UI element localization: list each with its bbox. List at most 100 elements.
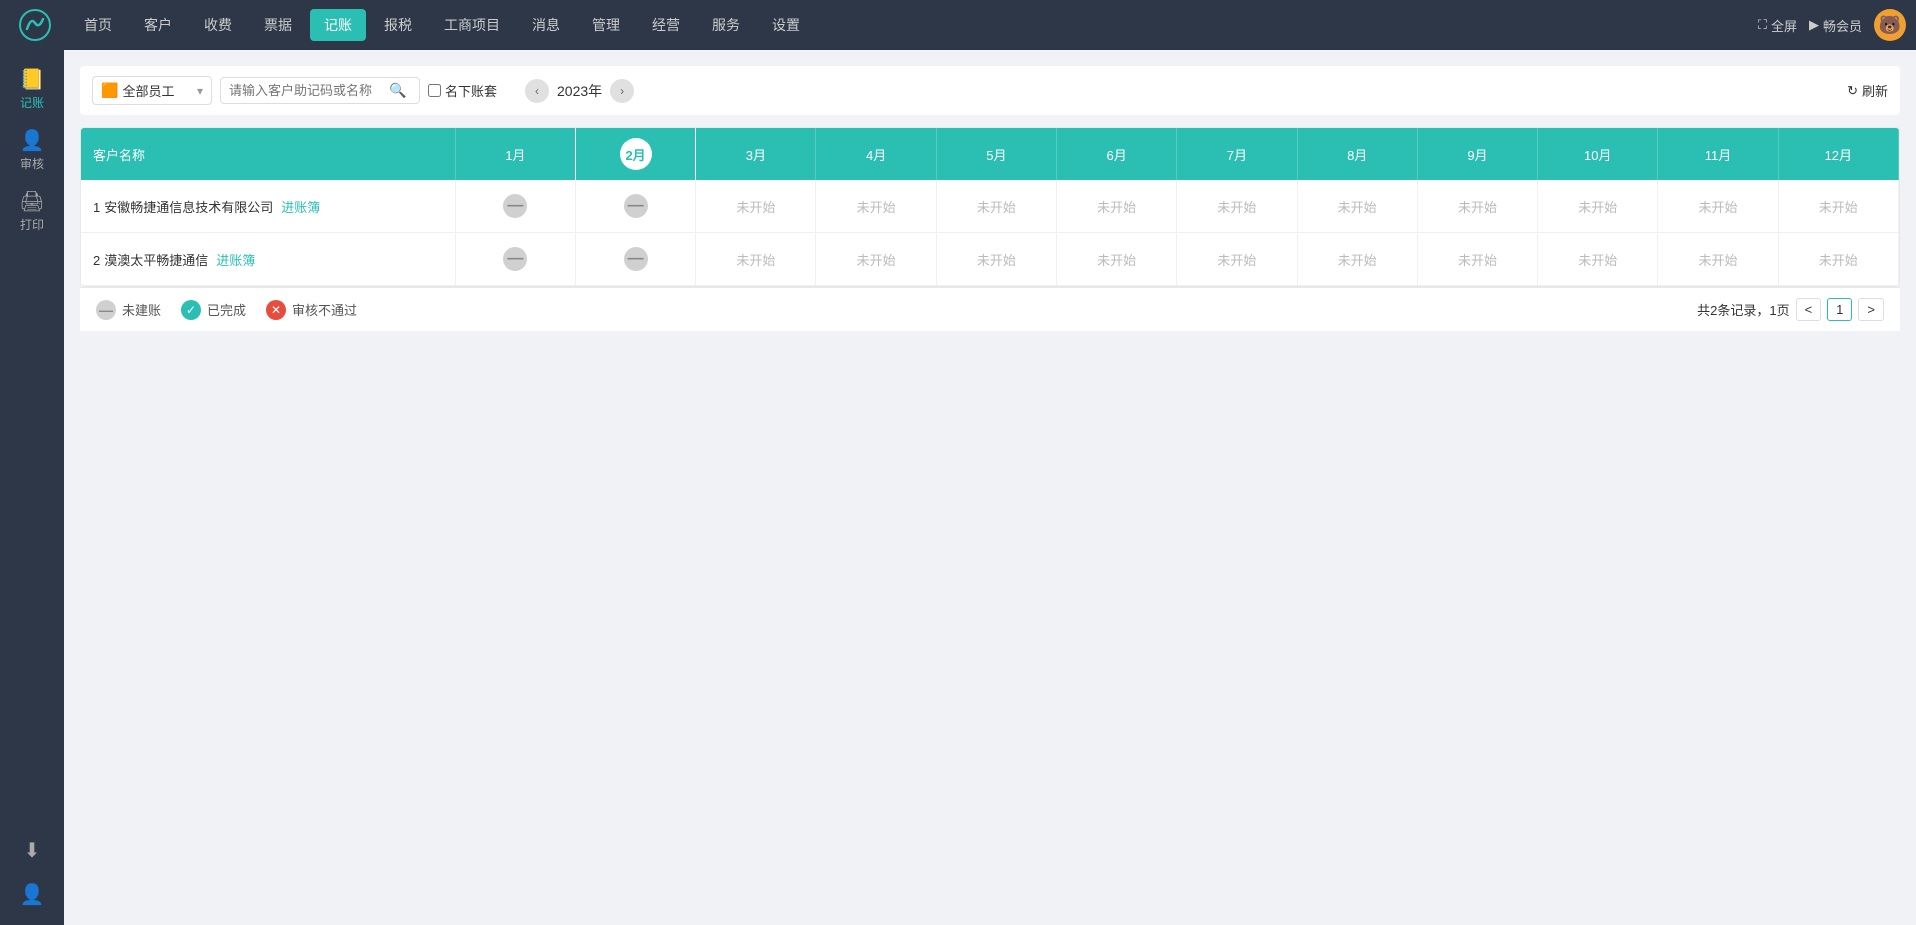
customer-name: 安徽畅捷通信息技术有限公司 [104, 200, 273, 215]
legend-completed: ✓ 已完成 [181, 300, 246, 320]
next-page-button[interactable]: > [1858, 298, 1884, 321]
month-cell-r1-m9[interactable]: 未开始 [1538, 233, 1658, 286]
month-cell-r1-m3[interactable]: 未开始 [816, 233, 936, 286]
sidebar: 📒 记账 👤 审核 🖨 打印 ⬇ 👤 [0, 50, 64, 925]
month-cell-r1-m0[interactable]: — [455, 233, 575, 286]
enter-ledger-link[interactable]: 进账簿 [216, 253, 255, 268]
fullscreen-button[interactable]: ⛶ 全屏 [1758, 16, 1797, 35]
status-dash-icon: — [503, 194, 527, 218]
status-not-started: 未开始 [736, 200, 775, 215]
nav-tax[interactable]: 报税 [370, 9, 426, 41]
month-cell-r0-m2[interactable]: 未开始 [696, 180, 816, 233]
prev-page-button[interactable]: < [1796, 298, 1822, 321]
search-input[interactable] [229, 83, 389, 98]
status-not-started: 未开始 [1217, 253, 1256, 268]
status-not-started: 未开始 [1578, 200, 1617, 215]
customer-cell-0: 1 安徽畅捷通信息技术有限公司进账簿 [81, 180, 455, 233]
month-cell-r1-m4[interactable]: 未开始 [936, 233, 1056, 286]
month-cell-r0-m5[interactable]: 未开始 [1057, 180, 1177, 233]
employee-select[interactable]: 🟧 全部员工 ▾ [92, 76, 212, 105]
th-month-8: 8月 [1297, 128, 1417, 180]
nav-bookkeeping[interactable]: 记账 [310, 9, 366, 41]
th-month-10: 10月 [1538, 128, 1658, 180]
table-header-row: 客户名称 1月 2月 3月 4月 5月 6月 7月 8月 9月 10月 11月 [81, 128, 1899, 180]
sidebar-print-label: 打印 [20, 216, 44, 233]
row-num: 1 [93, 200, 100, 215]
search-icon[interactable]: 🔍 [389, 82, 406, 99]
th-month-6: 6月 [1057, 128, 1177, 180]
accountset-checkbox[interactable] [428, 84, 441, 97]
status-not-started: 未开始 [857, 253, 896, 268]
nav-invoices[interactable]: 票据 [250, 9, 306, 41]
month-cell-r0-m0[interactable]: — [455, 180, 575, 233]
year-navigation: ‹ 2023年 › [525, 79, 634, 103]
month-cell-r1-m5[interactable]: 未开始 [1057, 233, 1177, 286]
status-not-started: 未开始 [1819, 200, 1858, 215]
th-month-7: 7月 [1177, 128, 1297, 180]
user-icon: 👤 [20, 885, 45, 905]
month-cell-r0-m11[interactable]: 未开始 [1778, 180, 1898, 233]
month-cell-r0-m9[interactable]: 未开始 [1538, 180, 1658, 233]
month-cell-r0-m8[interactable]: 未开始 [1417, 180, 1537, 233]
nav-messages[interactable]: 消息 [518, 9, 574, 41]
sidebar-review-label: 审核 [20, 155, 44, 172]
month-cell-r0-m4[interactable]: 未开始 [936, 180, 1056, 233]
month-cell-r1-m6[interactable]: 未开始 [1177, 233, 1297, 286]
nav-billing[interactable]: 收费 [190, 9, 246, 41]
th-month-1: 1月 [455, 128, 575, 180]
status-not-started: 未开始 [1698, 253, 1737, 268]
nav-customers[interactable]: 客户 [130, 9, 186, 41]
dropdown-arrow-icon: ▾ [197, 84, 203, 98]
nav-service[interactable]: 服务 [698, 9, 754, 41]
nav-settings[interactable]: 设置 [758, 9, 814, 41]
vip-button[interactable]: ▶ 畅会员 [1809, 16, 1862, 35]
month-cell-r1-m10[interactable]: 未开始 [1658, 233, 1778, 286]
main-content: 🟧 全部员工 ▾ 🔍 名下账套 ‹ 2023年 › ↻ 刷新 [64, 50, 1916, 925]
enter-ledger-link[interactable]: 进账簿 [281, 200, 320, 215]
sidebar-item-bookkeeping[interactable]: 📒 记账 [0, 60, 64, 121]
footer: — 未建账 ✓ 已完成 ✕ 审核不通过 共2条记录，1页 < 1 > [80, 287, 1900, 331]
month-cell-r0-m1[interactable]: — [575, 180, 695, 233]
sidebar-item-review[interactable]: 👤 审核 [0, 121, 64, 182]
month-cell-r1-m8[interactable]: 未开始 [1417, 233, 1537, 286]
active-month-circle: 2月 [620, 138, 652, 170]
month-cell-r1-m11[interactable]: 未开始 [1778, 233, 1898, 286]
main-layout: 📒 记账 👤 审核 🖨 打印 ⬇ 👤 🟧 全部员工 ▾ [0, 50, 1916, 925]
accountset-checkbox-label[interactable]: 名下账套 [428, 81, 497, 100]
table-row: 1 安徽畅捷通信息技术有限公司进账簿 — — 未开始 未开始 未开始 未开始 未开始 未开始 未开始… [81, 180, 1899, 233]
sidebar-item-download[interactable]: ⬇ [20, 831, 45, 871]
nav-operations[interactable]: 经营 [638, 9, 694, 41]
status-not-started: 未开始 [1338, 253, 1377, 268]
status-not-started: 未开始 [977, 200, 1016, 215]
prev-year-button[interactable]: ‹ [525, 79, 549, 103]
status-not-started: 未开始 [1458, 253, 1497, 268]
month-cell-r1-m2[interactable]: 未开始 [696, 233, 816, 286]
refresh-button[interactable]: ↻ 刷新 [1847, 81, 1888, 100]
month-cell-r0-m10[interactable]: 未开始 [1658, 180, 1778, 233]
nav-home[interactable]: 首页 [70, 9, 126, 41]
sidebar-item-print[interactable]: 🖨 打印 [0, 182, 64, 243]
avatar[interactable]: 🐻 [1874, 9, 1906, 41]
sidebar-item-user[interactable]: 👤 [20, 875, 45, 915]
next-year-button[interactable]: › [610, 79, 634, 103]
status-not-started: 未开始 [1097, 200, 1136, 215]
nav-management[interactable]: 管理 [578, 9, 634, 41]
th-customer: 客户名称 [81, 128, 455, 180]
customer-name: 漠澳太平畅捷通信 [104, 253, 208, 268]
month-cell-r1-m7[interactable]: 未开始 [1297, 233, 1417, 286]
status-dash-icon: — [624, 194, 648, 218]
bookkeeping-icon: 📒 [20, 70, 45, 90]
row-num: 2 [93, 253, 100, 268]
month-cell-r0-m7[interactable]: 未开始 [1297, 180, 1417, 233]
fullscreen-label: 全屏 [1771, 16, 1797, 35]
download-icon: ⬇ [24, 841, 41, 861]
month-cell-r1-m1[interactable]: — [575, 233, 695, 286]
month-cell-r0-m6[interactable]: 未开始 [1177, 180, 1297, 233]
accountset-label: 名下账套 [445, 81, 497, 100]
th-month-4: 4月 [816, 128, 936, 180]
pagination: 共2条记录，1页 < 1 > [1697, 298, 1884, 321]
nav-business[interactable]: 工商项目 [430, 9, 514, 41]
status-not-started: 未开始 [1338, 200, 1377, 215]
refresh-label: 刷新 [1862, 81, 1888, 100]
month-cell-r0-m3[interactable]: 未开始 [816, 180, 936, 233]
